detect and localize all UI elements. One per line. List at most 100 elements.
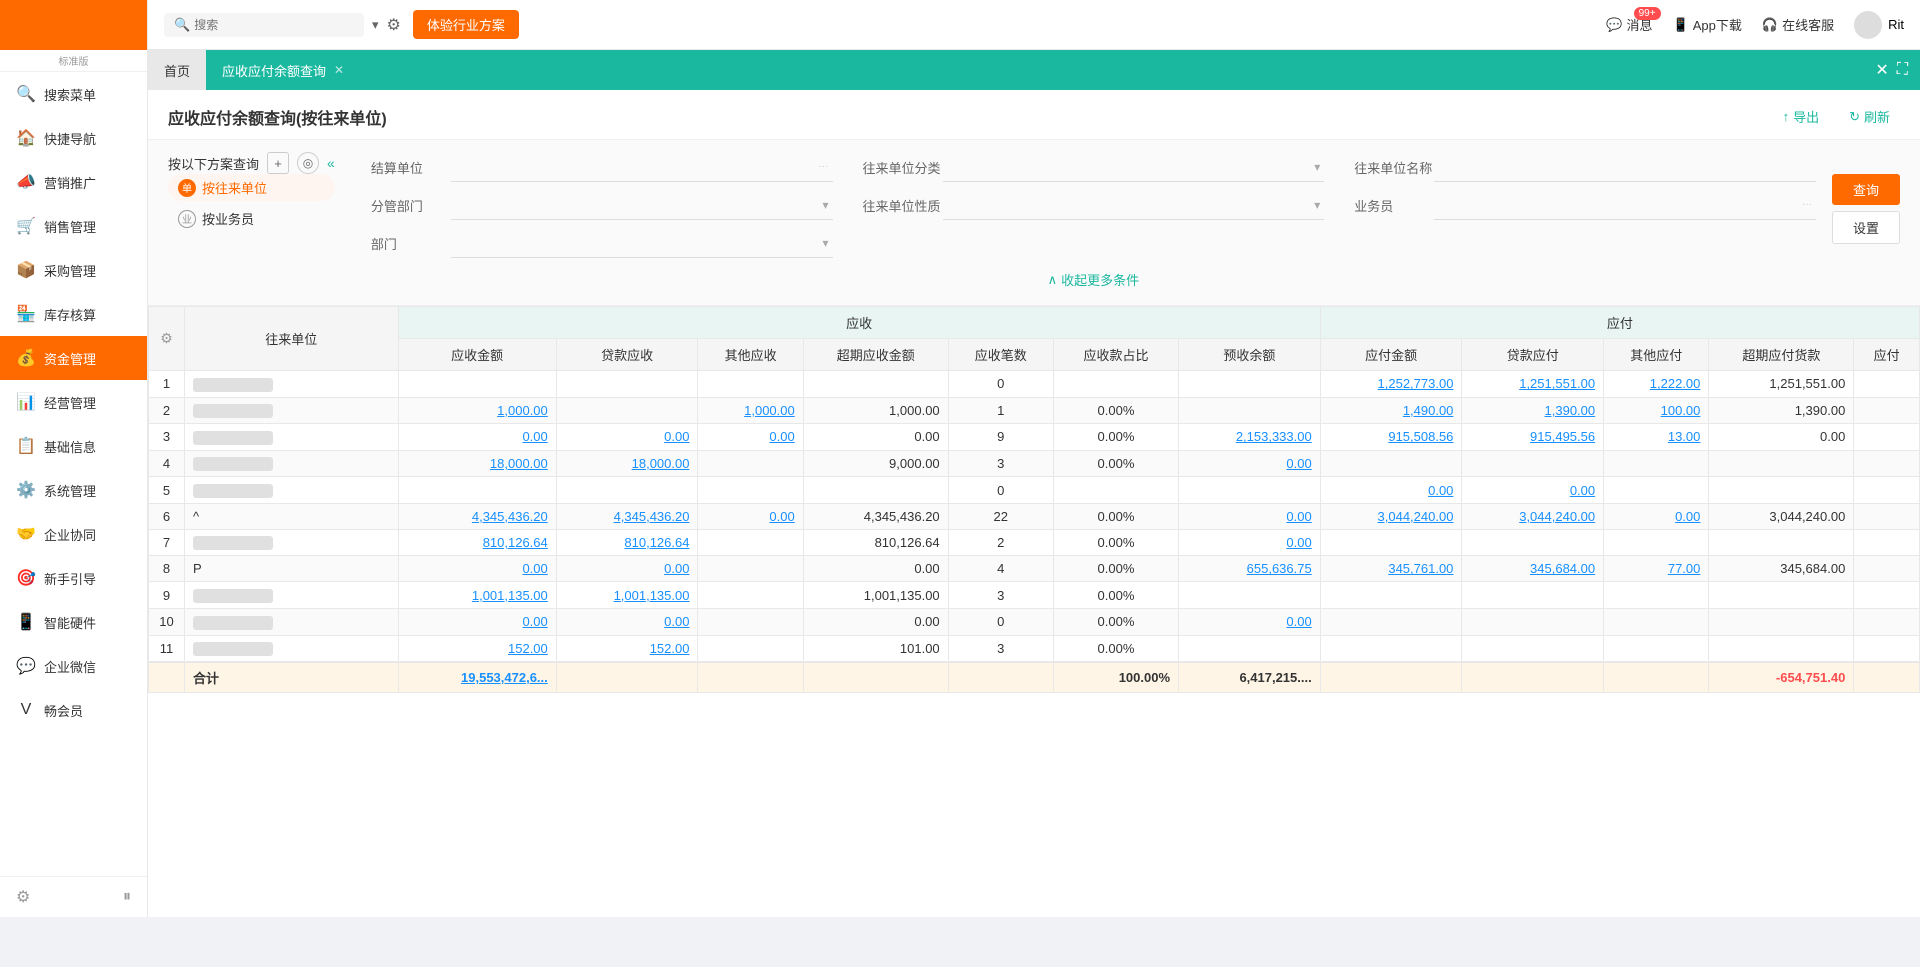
tab-close-icon[interactable]: ✕	[334, 63, 344, 77]
nav-staff-icon: 业	[178, 210, 196, 228]
footer-ys-total: 19,553,472,6...	[398, 662, 556, 693]
dept-input[interactable]: ▾	[451, 190, 833, 220]
sidebar-label: 销售管理	[44, 217, 96, 236]
sidebar-nav: 🔍搜索菜单 🏠快捷导航 📣 营销推广 🛒销售管理 📦采购管理 🏪库存核算 💰 资金管…	[0, 72, 147, 876]
sidebar-item-sales[interactable]: 🛒销售管理	[0, 204, 147, 248]
filter-field-department: 部门 ▾	[371, 228, 833, 258]
cell-unit	[185, 582, 399, 609]
cell-unit	[185, 397, 399, 424]
finance-icon: 💰	[16, 348, 36, 368]
data-table: ⚙ 往来单位 应收 应付 应收金额 贷款应收 其他应收 超期应收金额 应收笔数 …	[148, 306, 1920, 693]
topbar-online-service[interactable]: 🎧 在线客服	[1762, 15, 1834, 34]
tab-bar: 首页 应收应付余额查询 ✕ ✕ ⛶	[148, 50, 1920, 90]
message-badge: 99+	[1634, 7, 1661, 20]
cell-unit: ^	[185, 503, 399, 529]
settings-footer-icon[interactable]: ⚙	[16, 887, 30, 907]
nav-unit-icon: 单	[178, 179, 196, 197]
collapse-icon: ∧	[1048, 272, 1058, 288]
settlement-input[interactable]: ···	[451, 152, 833, 182]
sidebar-item-search[interactable]: 🔍搜索菜单	[0, 72, 147, 116]
table-row: 8P0.000.000.0040.00%655,636.75345,761.00…	[149, 556, 1920, 582]
unit-name-input[interactable]	[1434, 152, 1816, 182]
table-row: 418,000.0018,000.009,000.0030.00%0.00	[149, 450, 1920, 477]
filter-field-unit-category: 往来单位分类 ▾	[863, 152, 1325, 182]
sidebar-item-member[interactable]: V畅会员	[0, 688, 147, 732]
sidebar-item-inventory[interactable]: 🏪库存核算	[0, 292, 147, 336]
col-group-yingfu: 应付	[1320, 307, 1919, 339]
table-footer-row: 合计 19,553,472,6... 100.00% 6,417,215....…	[149, 662, 1920, 693]
topbar-user[interactable]: Rit	[1854, 11, 1904, 39]
refresh-button[interactable]: ↻ 刷新	[1839, 102, 1900, 131]
table-row: 7810,126.64810,126.64810,126.6420.00%0.0…	[149, 529, 1920, 556]
filter-collapse-more[interactable]: ∧ 收起更多条件	[371, 262, 1816, 293]
filter-nav-by-staff[interactable]: 业 按业务员	[168, 205, 335, 232]
cell-unit	[185, 529, 399, 556]
salesman-input[interactable]: ···	[1434, 190, 1816, 220]
sidebar-label: 企业微信	[44, 657, 96, 676]
sidebar-item-purchase[interactable]: 📦采购管理	[0, 248, 147, 292]
settings-button[interactable]: 设置	[1832, 211, 1900, 244]
sidebar-item-system[interactable]: ⚙️系统管理	[0, 468, 147, 512]
col-yf-cq: 超期应付货款	[1709, 339, 1854, 371]
topbar-service-label: 在线客服	[1782, 15, 1834, 34]
export-button[interactable]: ↑ 导出	[1773, 102, 1830, 131]
search-input[interactable]	[194, 18, 354, 32]
topbar-dropdown-arrow[interactable]: ▾	[372, 17, 379, 33]
department-input[interactable]: ▾	[451, 228, 833, 258]
sidebar-item-finance[interactable]: 💰 资金管理	[0, 336, 147, 380]
tab-receivable-label: 应收应付余额查询	[222, 61, 326, 80]
sidebar-item-marketing[interactable]: 📣 营销推广	[0, 160, 147, 204]
topbar-actions: 💬 消息 99+ 📱 App下载 🎧 在线客服 Rit	[1606, 11, 1904, 39]
topbar-promo-button[interactable]: 体验行业方案	[413, 10, 519, 39]
tab-home-label: 首页	[164, 61, 190, 80]
col-group-yingshou: 应收	[398, 307, 1320, 339]
sidebar-label: 营销推广	[44, 173, 96, 192]
cell-unit	[185, 424, 399, 451]
sidebar-item-wechat[interactable]: 💬企业微信	[0, 644, 147, 688]
table-row: 101,252,773.001,251,551.001,222.001,251,…	[149, 371, 1920, 398]
guide-icon: 🎯	[16, 568, 36, 588]
table-row: 30.000.000.000.0090.00%2,153,333.00915,5…	[149, 424, 1920, 451]
marketing-icon: 📣	[16, 172, 36, 192]
logo-main: 畅捷通账	[153, 0, 166, 484]
col-yf-amount: 应付金额	[1320, 339, 1462, 371]
sidebar-label: 采购管理	[44, 261, 96, 280]
unit-nature-input[interactable]: ▾	[943, 190, 1325, 220]
tab-close-window-icon[interactable]: ✕	[1875, 60, 1888, 80]
col-ys-count: 应收笔数	[948, 339, 1053, 371]
app-icon: 📱	[1673, 17, 1689, 33]
tab-maximize-icon[interactable]: ⛶	[1897, 61, 1908, 79]
collapse-sidebar-icon[interactable]: ⏸	[123, 888, 131, 906]
sidebar-item-base[interactable]: 📋基础信息	[0, 424, 147, 468]
sidebar-label: 畅会员	[44, 701, 83, 720]
tab-bar-actions: ✕ ⛶	[1863, 50, 1920, 90]
sidebar-item-collab[interactable]: 🤝企业协同	[0, 512, 147, 556]
filter-nav-by-unit[interactable]: 单 按往来单位	[168, 174, 335, 201]
sidebar-item-hardware[interactable]: 📱智能硬件	[0, 600, 147, 644]
topbar-app-download[interactable]: 📱 App下载	[1673, 15, 1742, 34]
unit-category-input[interactable]: ▾	[943, 152, 1325, 182]
filter-field-unit-name: 往来单位名称	[1354, 152, 1816, 182]
sidebar-item-nav[interactable]: 🏠快捷导航	[0, 116, 147, 160]
table-row: 21,000.001,000.001,000.0010.00%1,490.001…	[149, 397, 1920, 424]
col-ys-ratio: 应收款占比	[1053, 339, 1178, 371]
table-container: ⚙ 往来单位 应收 应付 应收金额 贷款应收 其他应收 超期应收金额 应收笔数 …	[148, 306, 1920, 917]
collab-icon: 🤝	[16, 524, 36, 544]
sidebar-item-guide[interactable]: 🎯新手引导	[0, 556, 147, 600]
hardware-icon: 📱	[16, 612, 36, 632]
query-button[interactable]: 查询	[1832, 174, 1900, 205]
filter-field-salesman: 业务员 ···	[1354, 190, 1816, 220]
tab-receivable[interactable]: 应收应付余额查询 ✕	[206, 50, 360, 90]
footer-yf-total: -654,751.40	[1709, 662, 1854, 693]
cell-unit: P	[185, 556, 399, 582]
filter-setting-button[interactable]: ◎	[297, 152, 319, 174]
topbar-message[interactable]: 💬 消息 99+	[1606, 15, 1652, 34]
sidebar-item-ops[interactable]: 📊经营管理	[0, 380, 147, 424]
sidebar-label: 资金管理	[44, 349, 96, 368]
topbar-gear-icon[interactable]: ⚙	[387, 15, 401, 35]
filter-collapse-left[interactable]: «	[327, 155, 335, 171]
filter-field-settlement: 结算单位 ···	[371, 152, 833, 182]
filter-add-button[interactable]: +	[267, 152, 289, 174]
page-header: 应收应付余额查询(按往来单位) ↑ 导出 ↻ 刷新	[148, 90, 1920, 140]
table-row: 500.000.00	[149, 477, 1920, 504]
